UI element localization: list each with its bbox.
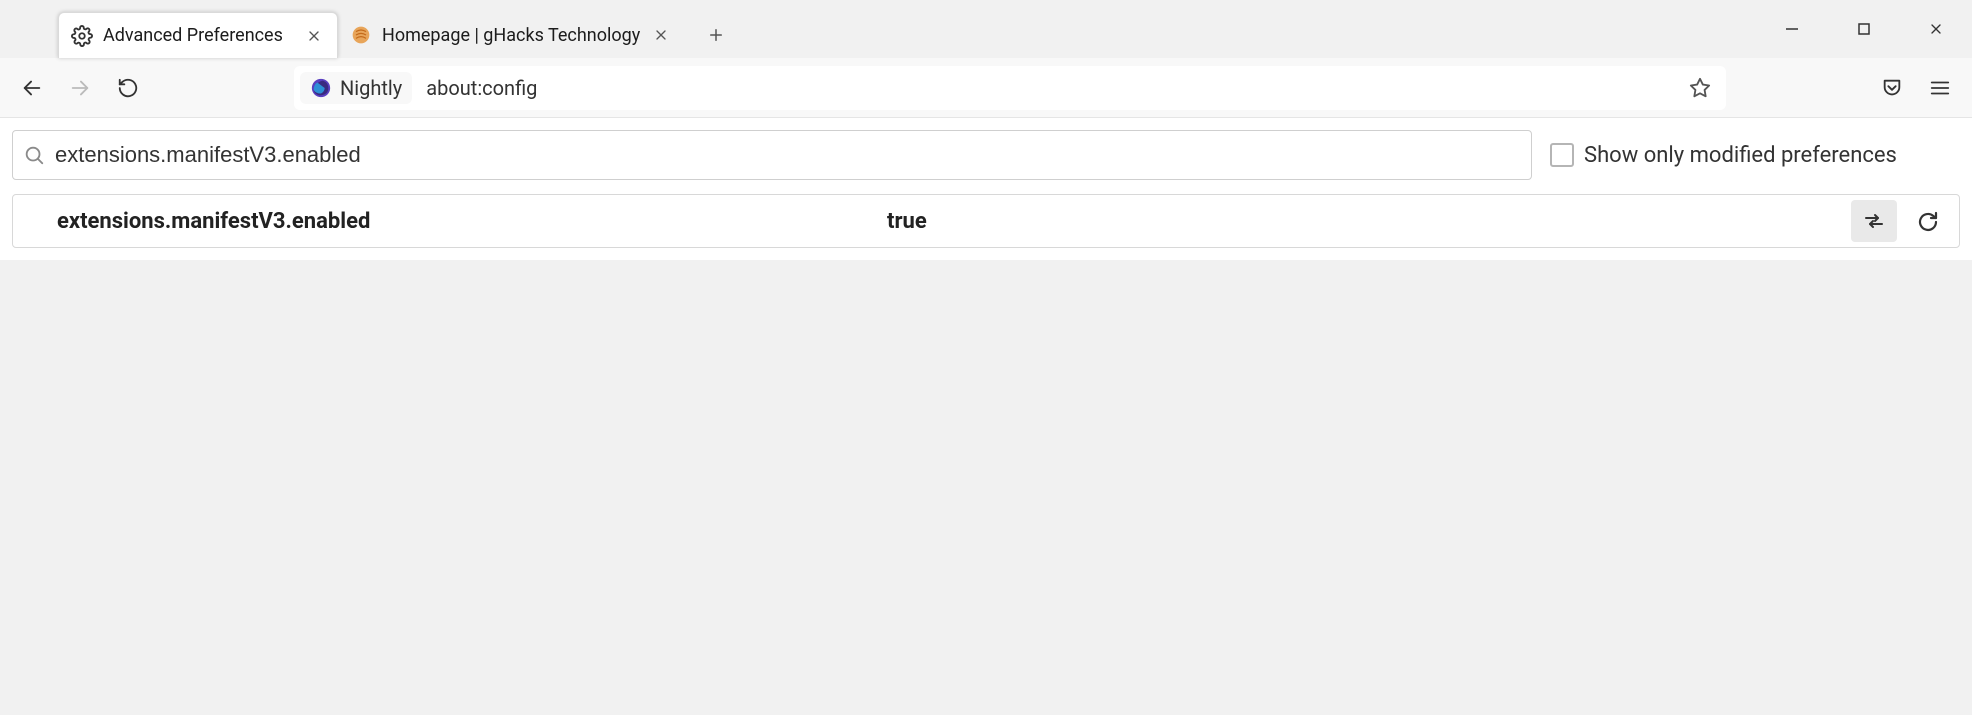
ghacks-favicon [350,24,372,46]
pref-list: extensions.manifestV3.enabled true [12,194,1960,248]
tab-ghacks[interactable]: Homepage | gHacks Technology [338,12,684,58]
gear-icon [71,25,93,47]
close-icon[interactable] [303,25,325,47]
identity-box[interactable]: Nightly [300,72,412,104]
firefox-nightly-icon [310,77,332,99]
about-config-content: Show only modified preferences extension… [0,118,1972,260]
back-button[interactable] [10,66,54,110]
menu-button[interactable] [1918,66,1962,110]
minimize-button[interactable] [1756,6,1828,52]
new-tab-button[interactable] [696,15,736,55]
pref-actions [1851,200,1955,242]
tab-bar: Advanced Preferences Homepage | gHacks T… [0,0,1972,58]
close-window-button[interactable] [1900,6,1972,52]
pref-name[interactable]: extensions.manifestV3.enabled [57,209,887,234]
pref-row: extensions.manifestV3.enabled true [12,194,1960,248]
reset-button[interactable] [1905,200,1951,242]
checkbox-box-icon [1550,143,1574,167]
search-row: Show only modified preferences [12,130,1960,180]
pref-value: true [887,209,1851,234]
window-controls [1756,0,1972,58]
forward-button[interactable] [58,66,102,110]
tab-advanced-preferences[interactable]: Advanced Preferences [58,12,338,58]
checkbox-label: Show only modified preferences [1584,143,1897,168]
toolbar: Nightly about:config [0,58,1972,118]
search-container[interactable] [12,130,1532,180]
tab-title: Advanced Preferences [103,25,293,46]
reload-button[interactable] [106,66,150,110]
url-bar[interactable]: Nightly about:config [294,66,1726,110]
maximize-button[interactable] [1828,6,1900,52]
pocket-button[interactable] [1870,66,1914,110]
url-text: about:config [426,76,1680,100]
close-icon[interactable] [650,24,672,46]
toggle-button[interactable] [1851,200,1897,242]
tab-title: Homepage | gHacks Technology [382,25,640,46]
show-modified-checkbox[interactable]: Show only modified preferences [1550,143,1897,168]
search-input[interactable] [55,142,1521,168]
bookmark-star-button[interactable] [1680,68,1720,108]
search-icon [23,144,45,166]
identity-label: Nightly [340,76,402,100]
